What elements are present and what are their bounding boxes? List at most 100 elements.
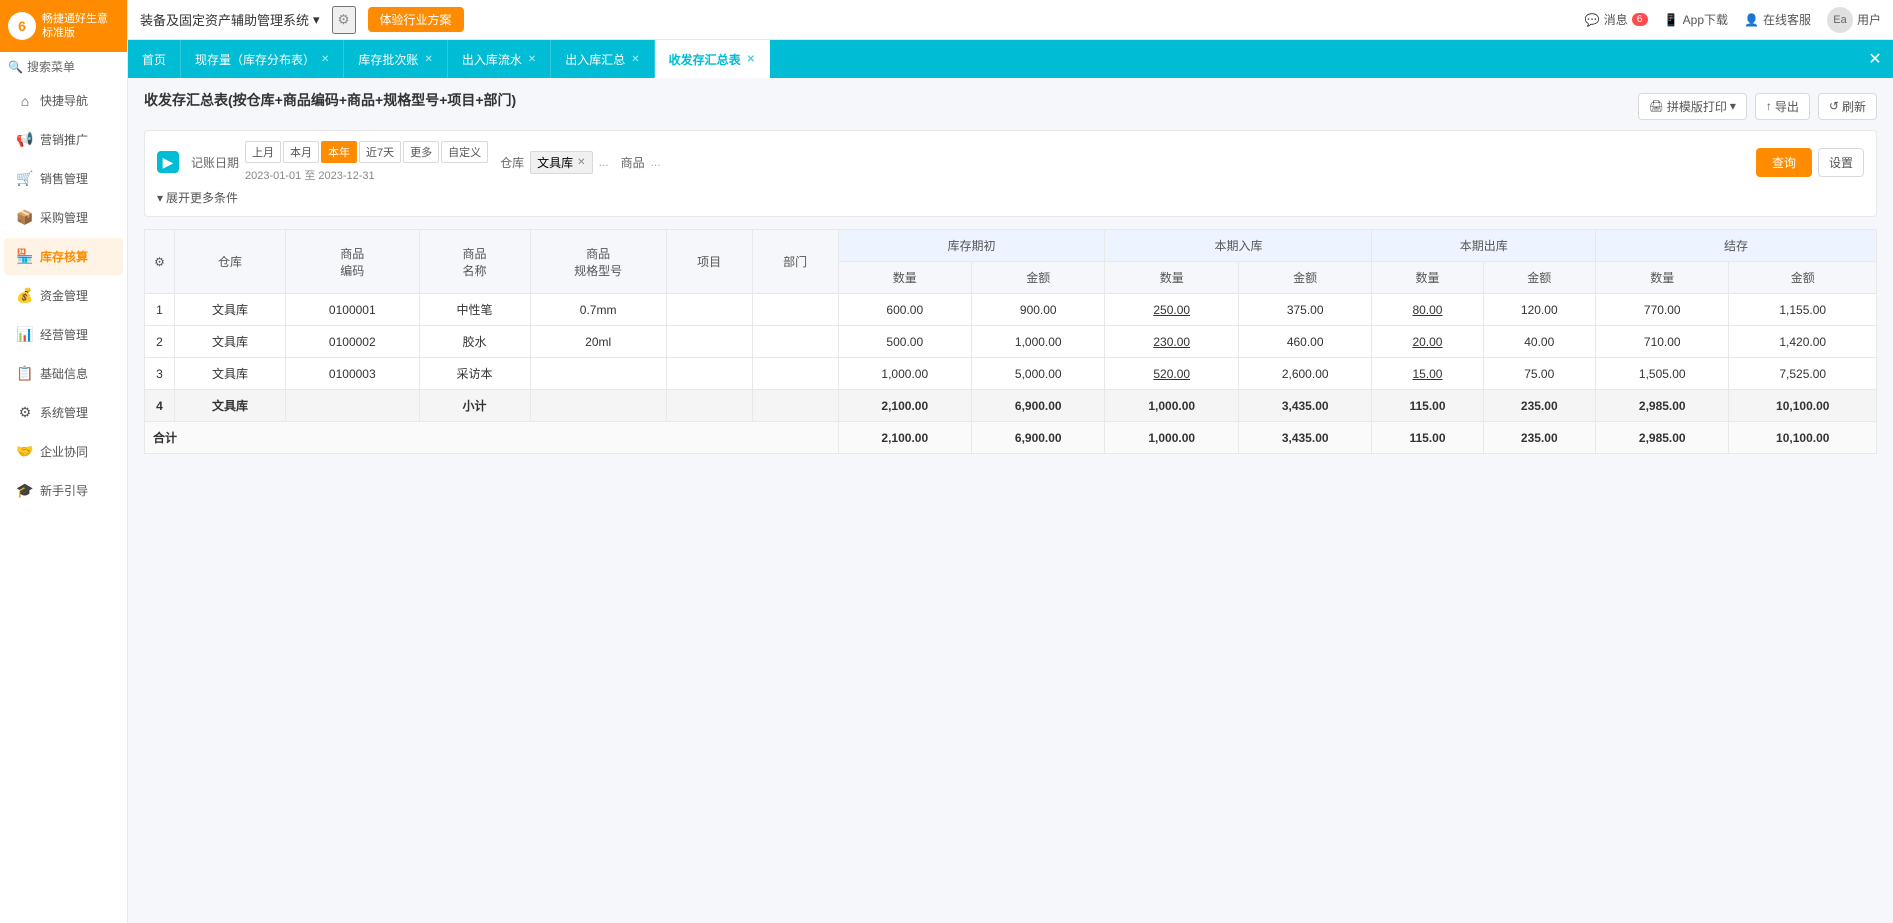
footer-label: 合计 — [145, 422, 839, 454]
warehouse-tag: 文具库 ✕ — [530, 151, 592, 174]
sidebar-item-label: 库存核算 — [40, 248, 88, 265]
date-btn-more[interactable]: 更多 — [403, 141, 439, 163]
export-button[interactable]: ↑ 导出 — [1755, 93, 1810, 120]
row-out-qty[interactable]: 15.00 — [1372, 358, 1483, 390]
row-in-qty[interactable]: 250.00 — [1105, 294, 1238, 326]
sidebar-item-label: 采购管理 — [40, 209, 88, 226]
date-btn-this-month[interactable]: 本月 — [283, 141, 319, 163]
filter-toggle-button[interactable]: ▶ — [157, 151, 179, 173]
row-in-amt: 2,600.00 — [1238, 358, 1371, 390]
row-spec: 0.7mm — [530, 294, 666, 326]
col-gear[interactable]: ⚙ — [145, 230, 175, 294]
row-init-qty: 1,000.00 — [838, 358, 971, 390]
system-icon: ⚙ — [16, 404, 34, 421]
tab-bar-close-button[interactable]: ✕ — [1857, 40, 1893, 78]
row-warehouse: 文具库 — [175, 326, 286, 358]
row-out-qty[interactable]: 20.00 — [1372, 326, 1483, 358]
warehouse-more-dots[interactable]: ... — [599, 155, 609, 169]
row-bal-amt: 1,155.00 — [1729, 294, 1877, 326]
messages-button[interactable]: 💬 消息 6 — [1585, 11, 1648, 28]
sidebar-item-collab[interactable]: 🤝 企业协同 — [4, 433, 123, 470]
refresh-button[interactable]: ↺ 刷新 — [1818, 93, 1877, 120]
warehouse-tag-remove[interactable]: ✕ — [577, 157, 585, 168]
sales-icon: 🛒 — [16, 170, 34, 187]
tab-inventory-dist-close[interactable]: ✕ — [321, 54, 329, 65]
tab-batch-close[interactable]: ✕ — [424, 54, 432, 65]
sidebar-item-basic[interactable]: 📋 基础信息 — [4, 355, 123, 392]
sidebar-item-guide[interactable]: 🎓 新手引导 — [4, 472, 123, 509]
inventory-icon: 🏪 — [16, 248, 34, 265]
tab-inout-summary[interactable]: 出入库汇总 ✕ — [551, 40, 654, 78]
warehouse-tag-name: 文具库 — [537, 154, 573, 171]
settings-button[interactable]: ⚙ — [332, 6, 356, 34]
sidebar-item-finance[interactable]: 💰 资金管理 — [4, 277, 123, 314]
expand-label: 展开更多条件 — [166, 189, 238, 206]
collab-icon: 🤝 — [16, 443, 34, 460]
sidebar-item-marketing[interactable]: 📢 营销推广 — [4, 121, 123, 158]
tab-receipt-summary-close[interactable]: ✕ — [747, 54, 755, 65]
app-download-button[interactable]: 📱 App下载 — [1664, 11, 1728, 28]
set-button[interactable]: 设置 — [1818, 148, 1864, 177]
goods-more-dots[interactable]: ... — [651, 155, 661, 169]
tab-home[interactable]: 首页 — [128, 40, 181, 78]
online-service-button[interactable]: 👤 在线客服 — [1744, 11, 1811, 28]
row-bal-amt: 1,420.00 — [1729, 326, 1877, 358]
user-area[interactable]: Ea 用户 — [1827, 7, 1881, 33]
tab-inout-flow[interactable]: 出入库流水 ✕ — [448, 40, 551, 78]
row-in-amt: 460.00 — [1238, 326, 1371, 358]
main-area: 装备及固定资产辅助管理系统 ▾ ⚙ 体验行业方案 💬 消息 6 📱 App下载 … — [128, 0, 1893, 923]
col-out-amt: 金额 — [1483, 262, 1595, 294]
row-name: 采访本 — [419, 358, 530, 390]
tab-receipt-summary-label: 收发存汇总表 — [669, 51, 741, 68]
col-out-qty: 数量 — [1372, 262, 1483, 294]
row-out-amt: 235.00 — [1483, 390, 1595, 422]
table-row: 3文具库0100003采访本1,000.005,000.00520.002,60… — [145, 358, 1877, 390]
date-btn-last-month[interactable]: 上月 — [245, 141, 281, 163]
query-button[interactable]: 查询 — [1756, 148, 1812, 177]
tab-receipt-summary[interactable]: 收发存汇总表 ✕ — [655, 40, 770, 78]
home-icon: ⌂ — [16, 93, 34, 109]
row-dept — [752, 294, 838, 326]
col-project: 项目 — [666, 230, 752, 294]
purchase-icon: 📦 — [16, 209, 34, 226]
sidebar-item-operation[interactable]: 📊 经营管理 — [4, 316, 123, 353]
row-out-qty[interactable]: 80.00 — [1372, 294, 1483, 326]
row-out-amt: 40.00 — [1483, 326, 1595, 358]
row-out-qty: 115.00 — [1372, 390, 1483, 422]
sidebar-item-sales[interactable]: 🛒 销售管理 — [4, 160, 123, 197]
sidebar-item-quick-nav[interactable]: ⌂ 快捷导航 — [4, 82, 123, 119]
tab-inout-summary-close[interactable]: ✕ — [631, 54, 639, 65]
row-no: 3 — [145, 358, 175, 390]
col-bal-qty: 数量 — [1596, 262, 1729, 294]
sidebar-item-label: 系统管理 — [40, 404, 88, 421]
system-select[interactable]: 装备及固定资产辅助管理系统 ▾ — [140, 10, 320, 29]
row-bal-amt: 10,100.00 — [1729, 390, 1877, 422]
footer-out-qty: 115.00 — [1372, 422, 1483, 454]
date-filter-group: 记账日期 上月 本月 本年 近7天 更多 自定义 2023-01-01 至 20… — [191, 141, 488, 183]
date-btn-custom[interactable]: 自定义 — [441, 141, 488, 163]
col-out-stock: 本期出库 — [1372, 230, 1596, 262]
expand-button[interactable]: ▾ 展开更多条件 — [157, 189, 1864, 206]
sidebar-item-system[interactable]: ⚙ 系统管理 — [4, 394, 123, 431]
tab-inout-flow-close[interactable]: ✕ — [528, 54, 536, 65]
date-btn-7days[interactable]: 近7天 — [359, 141, 401, 163]
col-warehouse: 仓库 — [175, 230, 286, 294]
sidebar-item-inventory[interactable]: 🏪 库存核算 — [4, 238, 123, 275]
row-out-amt: 75.00 — [1483, 358, 1595, 390]
row-in-qty[interactable]: 520.00 — [1105, 358, 1238, 390]
sidebar-search[interactable]: 🔍 搜索菜单 — [0, 52, 127, 81]
sidebar-item-label: 资金管理 — [40, 287, 88, 304]
date-btn-this-year[interactable]: 本年 — [321, 141, 357, 163]
row-code: 0100001 — [286, 294, 419, 326]
sidebar-item-purchase[interactable]: 📦 采购管理 — [4, 199, 123, 236]
trial-button[interactable]: 体验行业方案 — [368, 7, 464, 32]
tab-batch[interactable]: 库存批次账 ✕ — [344, 40, 447, 78]
row-in-qty[interactable]: 230.00 — [1105, 326, 1238, 358]
col-init-stock: 库存期初 — [838, 230, 1105, 262]
print-button[interactable]: 🖨 拼模版打印 ▾ — [1638, 93, 1747, 120]
tab-inventory-dist[interactable]: 现存量（库存分布表） ✕ — [181, 40, 344, 78]
footer-bal-amt: 10,100.00 — [1729, 422, 1877, 454]
table-footer-row: 合计 2,100.00 6,900.00 1,000.00 3,435.00 1… — [145, 422, 1877, 454]
basic-icon: 📋 — [16, 365, 34, 382]
row-warehouse: 文具库 — [175, 358, 286, 390]
